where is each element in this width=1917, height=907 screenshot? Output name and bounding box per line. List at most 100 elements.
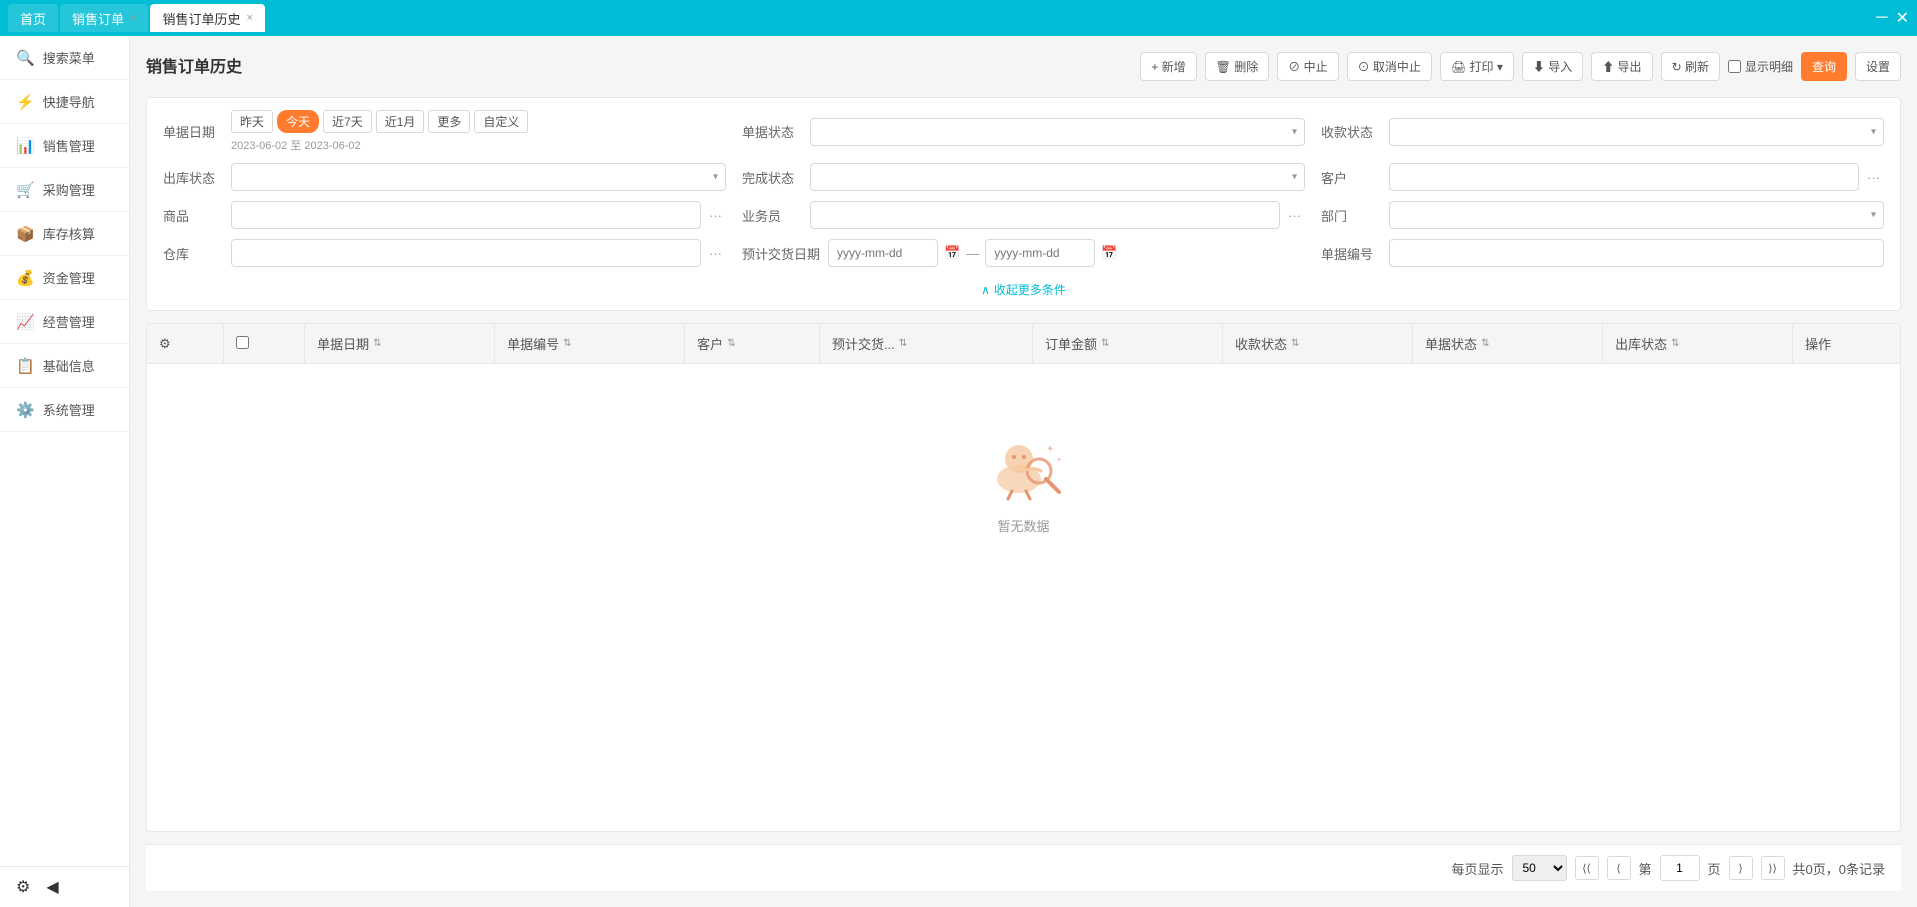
sort-outStatus[interactable]: 出库状态⇅ [1615,334,1780,353]
delete-button[interactable]: 🗑 删除 [1205,52,1270,81]
sidebar-icon-purchase-mgmt: 🛒 [16,181,35,199]
product-label: 商品 [163,206,223,225]
sort-customer[interactable]: 客户⇅ [697,334,807,353]
date-btn-昨天[interactable]: 昨天 [231,110,273,133]
filter-row-2: 出库状态 ▾ 完成状态 ▾ 客户 [163,163,1884,191]
th-payStatus[interactable]: 收款状态⇅ [1223,324,1413,364]
show-detail-checkbox[interactable]: 显示明细 [1728,58,1793,75]
date-btn-今天[interactable]: 今天 [277,110,319,133]
filter-row-4: 仓库 ··· 预计交货日期 📅 — 📅 [163,239,1884,267]
sort-payStatus[interactable]: 收款状态⇅ [1235,334,1400,353]
svg-text:✦: ✦ [1056,456,1062,464]
sidebar-item-purchase-mgmt[interactable]: 🛒 采购管理 [0,168,129,212]
sidebar-item-base-info[interactable]: 📋基础信息 [0,344,129,388]
calendar-icon-1[interactable]: 📅 [944,245,960,261]
sort-icon-date: ⇅ [373,338,381,349]
sidebar-item-sales-mgmt[interactable]: 📊销售管理 [0,124,129,168]
close-icon[interactable]: ✕ [1896,8,1909,28]
prev-page-btn[interactable]: ⟨ [1607,856,1631,880]
tab-销售订单历史[interactable]: 销售订单历史× [150,4,264,32]
table-settings-icon[interactable]: ⚙ [159,336,171,351]
last-page-btn[interactable]: ⟩⟩ [1761,856,1785,880]
date-btn-近7天[interactable]: 近7天 [323,110,372,133]
sidebar-item-ops-mgmt[interactable]: 📈经营管理 [0,300,129,344]
th-outStatus[interactable]: 出库状态⇅ [1603,324,1793,364]
product-more-icon[interactable]: ··· [705,208,726,223]
date-range-separator: — [966,246,979,261]
tab-close-icon[interactable]: × [130,12,136,24]
collapse-row[interactable]: ∧ 收起更多条件 [163,277,1884,298]
date-btn-更多[interactable]: 更多 [428,110,470,133]
delivery-date-start[interactable] [828,239,938,267]
sidebar-icon-finance: 💰 [16,269,35,287]
sidebar-label-ops-mgmt: 经营管理 [43,312,95,331]
complete-status-select[interactable] [810,163,1305,191]
sidebar-item-inventory[interactable]: 📦库存核算 [0,212,129,256]
out-status-select-wrapper: ▾ [231,163,726,191]
th-orderNo[interactable]: 单据编号⇅ [495,324,685,364]
date-quick-btns: 昨天今天近7天近1月更多自定义 [231,110,528,133]
date-btn-自定义[interactable]: 自定义 [474,110,528,133]
calendar-icon-2[interactable]: 📅 [1101,245,1117,261]
empty-state: ✦ ✦ 暂无数据 [147,364,1900,595]
tab-首页[interactable]: 首页 [8,4,58,32]
th-orderStatus[interactable]: 单据状态⇅ [1413,324,1603,364]
next-page-btn[interactable]: ⟩ [1729,856,1753,880]
page-input[interactable] [1660,855,1700,881]
th-deliveryDate[interactable]: 预计交货...⇅ [819,324,1032,364]
pay-status-select[interactable] [1389,118,1884,146]
dept-select[interactable] [1389,201,1884,229]
complete-status-select-wrapper: ▾ [810,163,1305,191]
sort-deliveryDate[interactable]: 预计交货...⇅ [832,334,1020,353]
customer-input[interactable] [1389,163,1859,191]
th-customer[interactable]: 客户⇅ [685,324,820,364]
sort-icon-deliveryDate: ⇅ [899,338,907,349]
sidebar-item-sys-mgmt[interactable]: ⚙️系统管理 [0,388,129,432]
per-page-select[interactable]: 50 100 200 [1512,855,1567,881]
tab-销售订单[interactable]: 销售订单× [60,4,148,32]
date-label: 单据日期 [163,122,223,141]
first-page-btn[interactable]: ⟨⟨ [1575,856,1599,880]
export-button[interactable]: ⬆ 导出 [1591,52,1652,81]
salesman-more-icon[interactable]: ··· [1284,208,1305,223]
tab-close-icon[interactable]: × [246,12,252,24]
query-button[interactable]: 查询 [1801,52,1847,81]
date-btn-近1月[interactable]: 近1月 [376,110,425,133]
out-status-select[interactable] [231,163,726,191]
refresh-button[interactable]: ↻ 刷新 [1661,52,1720,81]
product-input[interactable] [231,201,701,229]
delivery-date-end[interactable] [985,239,1095,267]
sort-icon-orderStatus: ⇅ [1481,338,1489,349]
warehouse-more-icon[interactable]: ··· [705,246,726,261]
tab-list: 首页销售订单×销售订单历史× [8,4,1876,32]
th-amount[interactable]: 订单金额⇅ [1032,324,1222,364]
th-operation: 操作 [1793,324,1900,364]
select-all-checkbox[interactable] [236,336,249,349]
sidebar-item-search-menu[interactable]: 🔍搜索菜单 [0,36,129,80]
minimize-icon[interactable]: ─ [1876,9,1887,27]
salesman-input[interactable] [810,201,1280,229]
add-button[interactable]: + 新增 [1140,52,1196,81]
sort-amount[interactable]: 订单金额⇅ [1045,334,1210,353]
print-button[interactable]: 🖨 打印 ▾ [1440,52,1514,81]
th-date[interactable]: 单据日期⇅ [305,324,495,364]
sidebar-item-quick-nav[interactable]: ⚡快捷导航 [0,80,129,124]
sort-orderNo[interactable]: 单据编号⇅ [507,334,672,353]
import-button[interactable]: ⬇ 导入 [1522,52,1583,81]
sidebar-label-purchase-mgmt: 采购管理 [43,180,95,199]
cancel-stop-button[interactable]: ⊙ 取消中止 [1347,52,1432,81]
order-no-input[interactable] [1389,239,1884,267]
collapse-icon[interactable]: ◀ [46,877,58,897]
settings-button[interactable]: 设置 [1855,52,1901,81]
sidebar-icon-search-menu: 🔍 [16,49,35,67]
sidebar-item-finance[interactable]: 💰资金管理 [0,256,129,300]
sidebar-label-sys-mgmt: 系统管理 [43,400,95,419]
sort-date[interactable]: 单据日期⇅ [317,334,482,353]
customer-more-icon[interactable]: ··· [1863,170,1884,185]
settings-icon[interactable]: ⚙ [16,877,30,897]
stop-button[interactable]: ⊘ 中止 [1277,52,1338,81]
show-detail-input[interactable] [1728,60,1741,73]
sort-orderStatus[interactable]: 单据状态⇅ [1425,334,1590,353]
order-status-select[interactable] [810,118,1305,146]
warehouse-input[interactable] [231,239,701,267]
